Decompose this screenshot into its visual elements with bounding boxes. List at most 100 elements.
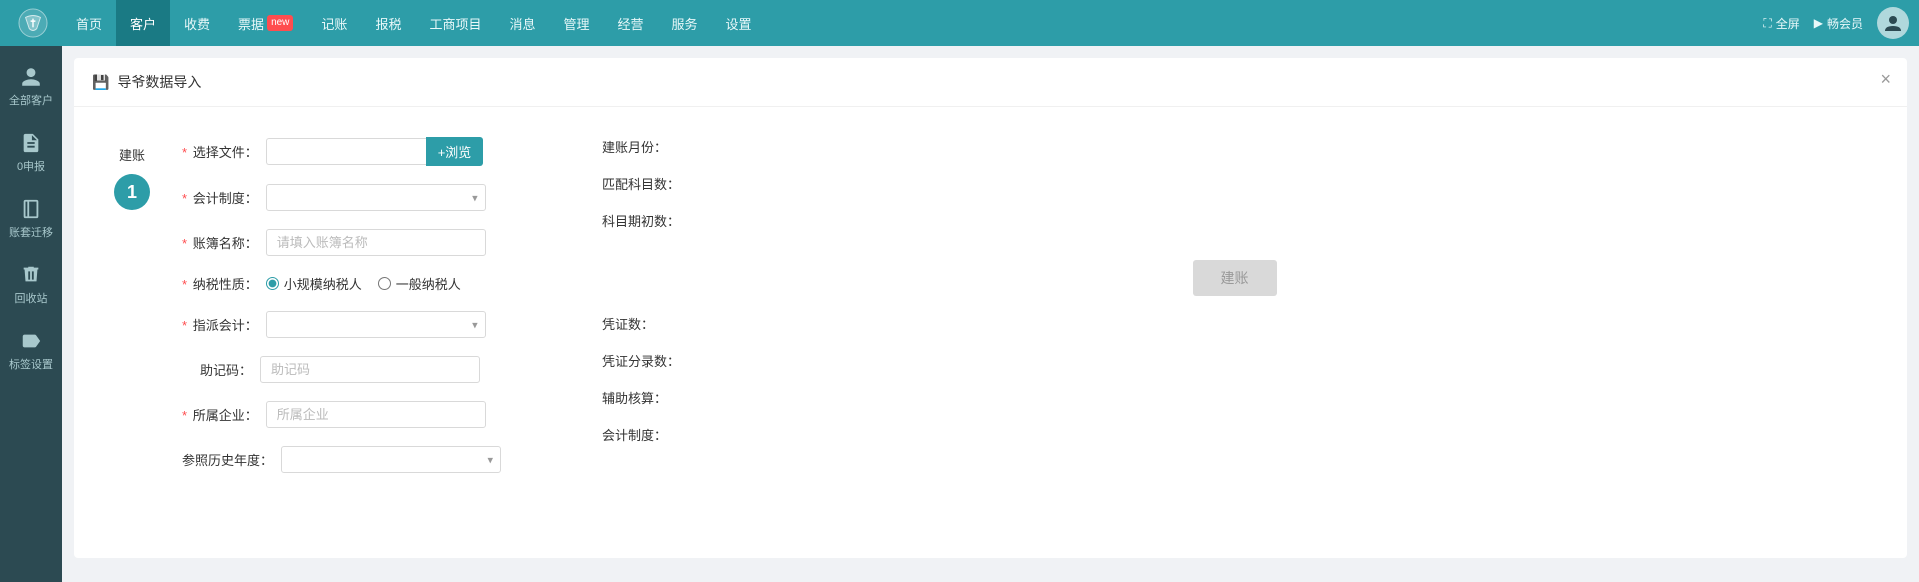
file-row: * 选择文件： +浏览: [182, 137, 542, 166]
sidebar-item-recycle-bin[interactable]: 回收站: [0, 254, 62, 316]
ledger-name-input[interactable]: [266, 229, 486, 256]
main-layout: 全部客户 0申报 账套迁移 回收站 标签设置 💾 导爷数据导入 ×: [0, 46, 1919, 582]
nav-item-operations[interactable]: 经营: [604, 0, 658, 46]
form-right: 建账月份： 匹配科目数： 科目期初数： 建账 凭证: [542, 137, 1867, 491]
right-accounting-system-label: 会计制度：: [602, 425, 692, 444]
sidebar-label-ledger-migration: 账套迁移: [9, 224, 53, 240]
step-badge: 1: [114, 174, 150, 210]
company-label: * 所属企业：: [182, 405, 258, 424]
panel-title: 导爷数据导入: [117, 72, 201, 92]
sidebar-label-label-settings: 标签设置: [9, 356, 53, 372]
assign-accountant-select[interactable]: [266, 311, 486, 338]
tax-label-small: 小规模纳税人: [284, 274, 362, 293]
nav-item-services[interactable]: 服务: [658, 0, 712, 46]
file-label: * 选择文件：: [182, 142, 258, 161]
nav-item-billing[interactable]: 收费: [170, 0, 224, 46]
tax-option-general[interactable]: 一般纳税人: [378, 274, 461, 293]
company-input[interactable]: [266, 401, 486, 428]
memo-code-input[interactable]: [260, 356, 480, 383]
file-input[interactable]: [266, 138, 426, 165]
sidebar-label-zero-declaration: 0申报: [17, 158, 45, 174]
voucher-entries-label: 凭证分录数：: [602, 351, 692, 370]
new-badge: new: [267, 15, 293, 31]
info-row-build-month: 建账月份：: [602, 137, 1867, 156]
panel-header: 💾 导爷数据导入: [74, 58, 1907, 107]
accounting-system-label: * 会计制度：: [182, 188, 258, 207]
required-star-5: *: [182, 318, 187, 333]
logo: [10, 0, 56, 46]
history-year-row: 参照历史年度： ▾: [182, 446, 542, 473]
tax-nature-label: * 纳税性质：: [182, 274, 258, 293]
history-year-select-wrap: ▾: [281, 446, 501, 473]
assign-accountant-label: * 指派会计：: [182, 315, 258, 334]
sidebar-item-zero-declaration[interactable]: 0申报: [0, 122, 62, 184]
nav-item-business[interactable]: 工商项目: [415, 0, 495, 46]
voucher-count-label: 凭证数：: [602, 314, 692, 333]
required-star-6: *: [182, 408, 187, 423]
accounting-system-row: * 会计制度： ▾: [182, 184, 542, 211]
required-star-2: *: [182, 191, 187, 206]
nav-item-message[interactable]: 消息: [495, 0, 549, 46]
play-icon: ▶: [1814, 16, 1823, 30]
accounting-system-select-wrap: ▾: [266, 184, 486, 211]
nav-item-settings[interactable]: 设置: [712, 0, 766, 46]
tax-label-general: 一般纳税人: [396, 274, 461, 293]
tax-radio-small[interactable]: [266, 277, 279, 290]
top-nav: 首页 客户 收费 票据 new 记账 报税 工商项目 消息 管理 经营 服务 设…: [0, 0, 1919, 46]
info-row-voucher-entries: 凭证分录数：: [602, 351, 1867, 370]
assign-accountant-row: * 指派会计： ▾: [182, 311, 542, 338]
panel: 💾 导爷数据导入 × 建账 1 * 选择文件: [74, 58, 1907, 558]
nav-item-management[interactable]: 管理: [549, 0, 603, 46]
info-row-initial-subjects: 科目期初数：: [602, 211, 1867, 230]
close-button[interactable]: ×: [1880, 70, 1891, 88]
step-label: 建账: [119, 145, 145, 164]
import-icon: 💾: [92, 74, 109, 91]
build-month-label: 建账月份：: [602, 137, 692, 156]
avatar[interactable]: [1877, 7, 1909, 39]
ledger-name-row: * 账簿名称：: [182, 229, 542, 256]
nav-item-home[interactable]: 首页: [62, 0, 116, 46]
form-fields: * 选择文件： +浏览 * 会计制度：: [182, 137, 542, 491]
tax-nature-row: * 纳税性质： 小规模纳税人 一般纳税人: [182, 274, 542, 293]
sidebar-label-recycle-bin: 回收站: [15, 290, 48, 306]
ledger-name-label: * 账簿名称：: [182, 233, 258, 252]
nav-item-invoice[interactable]: 票据 new: [224, 0, 307, 46]
content-area: 💾 导爷数据导入 × 建账 1 * 选择文件: [62, 46, 1919, 582]
nav-item-bookkeeping[interactable]: 记账: [307, 0, 361, 46]
fullscreen-icon: ⛶: [1763, 16, 1771, 31]
assign-accountant-select-wrap: ▾: [266, 311, 486, 338]
history-year-label: 参照历史年度：: [182, 450, 273, 469]
build-btn-wrap: 建账: [602, 250, 1867, 296]
member-btn[interactable]: ▶ 畅会员: [1814, 15, 1863, 32]
memo-code-row: 助记码：: [182, 356, 542, 383]
aux-accounting-label: 辅助核算：: [602, 388, 692, 407]
browse-button[interactable]: +浏览: [426, 137, 484, 166]
history-year-select[interactable]: [281, 446, 501, 473]
info-row-accounting-system: 会计制度：: [602, 425, 1867, 444]
tax-radio-general[interactable]: [378, 277, 391, 290]
sidebar-item-all-clients[interactable]: 全部客户: [0, 56, 62, 118]
required-star: *: [182, 145, 187, 160]
form-body: 建账 1 * 选择文件： +浏览: [74, 107, 1907, 521]
nav-item-customers[interactable]: 客户: [116, 0, 170, 46]
tax-option-small[interactable]: 小规模纳税人: [266, 274, 362, 293]
fullscreen-btn[interactable]: ⛶ 全屏: [1763, 15, 1799, 32]
sidebar: 全部客户 0申报 账套迁移 回收站 标签设置: [0, 46, 62, 582]
sidebar-item-label-settings[interactable]: 标签设置: [0, 320, 62, 382]
topnav-right: ⛶ 全屏 ▶ 畅会员: [1763, 7, 1909, 39]
info-row-aux-accounting: 辅助核算：: [602, 388, 1867, 407]
memo-code-label: 助记码：: [182, 360, 252, 379]
match-subjects-label: 匹配科目数：: [602, 174, 692, 193]
info-row-voucher-count: 凭证数：: [602, 314, 1867, 333]
accounting-system-select[interactable]: [266, 184, 486, 211]
company-row: * 所属企业：: [182, 401, 542, 428]
tax-nature-radio-group: 小规模纳税人 一般纳税人: [266, 274, 461, 293]
required-star-3: *: [182, 236, 187, 251]
file-input-group: +浏览: [266, 137, 484, 166]
sidebar-item-ledger-migration[interactable]: 账套迁移: [0, 188, 62, 250]
nav-items: 首页 客户 收费 票据 new 记账 报税 工商项目 消息 管理 经营 服务 设…: [62, 0, 1763, 46]
nav-item-tax[interactable]: 报税: [361, 0, 415, 46]
required-star-4: *: [182, 277, 187, 292]
initial-subjects-label: 科目期初数：: [602, 211, 692, 230]
build-button[interactable]: 建账: [1193, 260, 1277, 296]
